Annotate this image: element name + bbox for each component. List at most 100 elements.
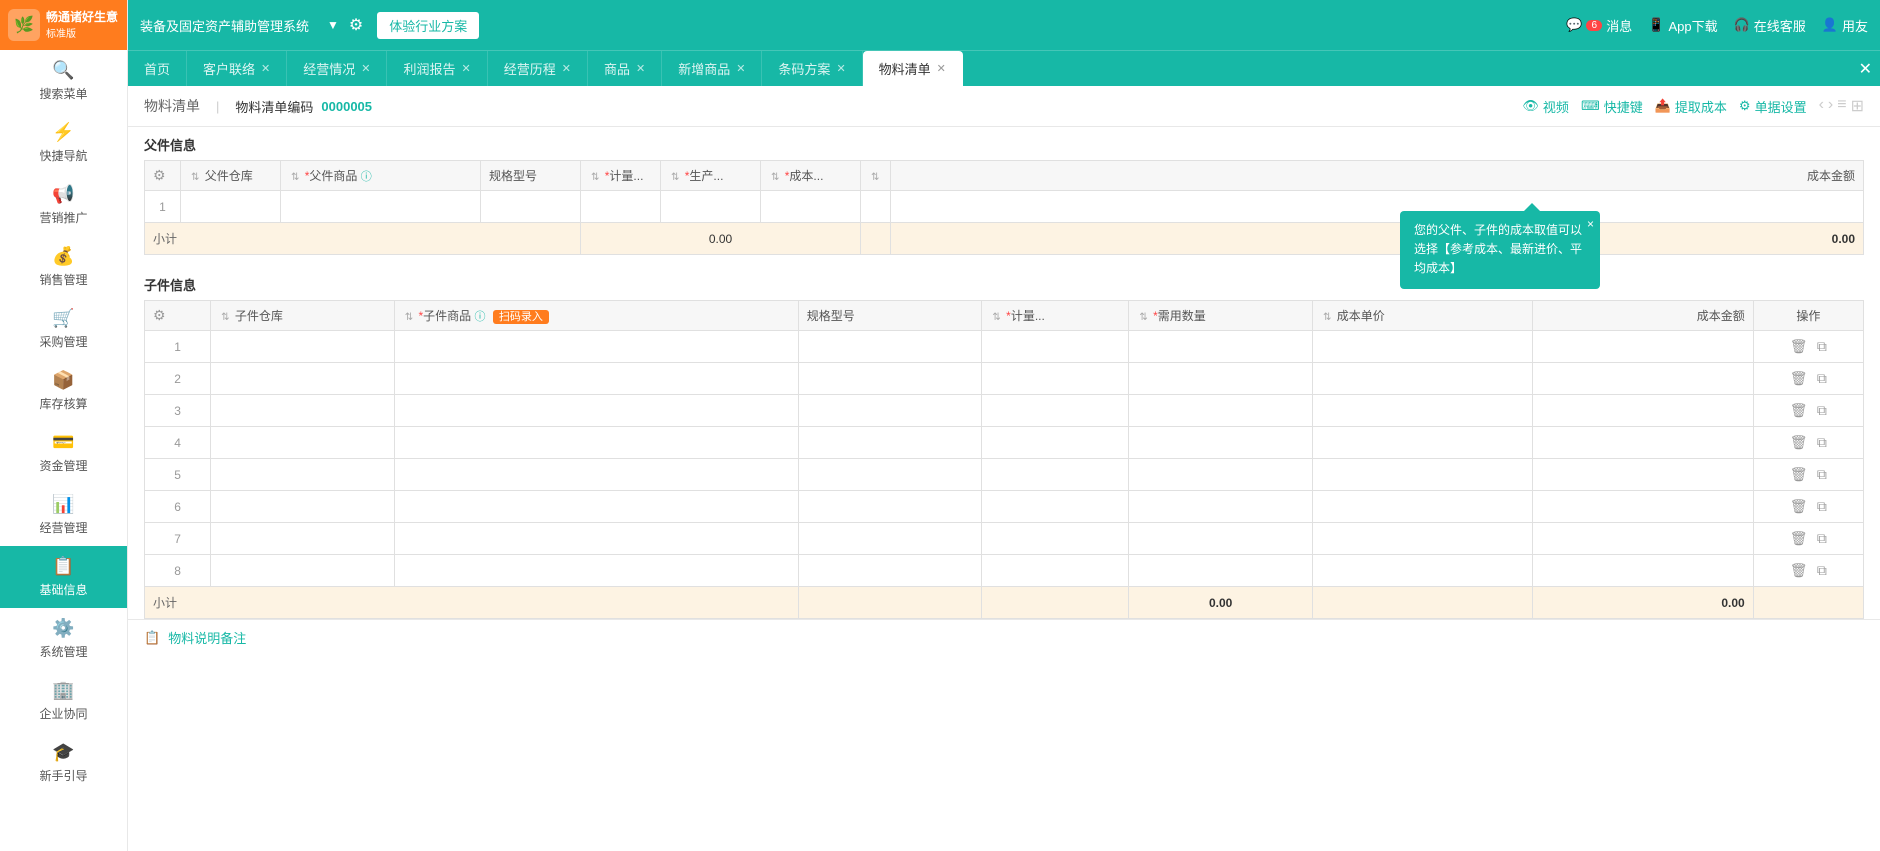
- child-quantity-cell-8[interactable]: [1129, 555, 1313, 587]
- system-dropdown[interactable]: ▼: [327, 18, 339, 32]
- child-goods-cell-2[interactable]: [394, 363, 798, 395]
- nav-tab-customer[interactable]: 客户联络✕: [187, 51, 287, 86]
- child-unit-cell-1[interactable]: [982, 331, 1129, 363]
- scan-badge[interactable]: 扫码录入: [493, 310, 549, 324]
- child-copy-btn-4[interactable]: ⧉: [1814, 434, 1830, 451]
- child-warehouse-cell-3[interactable]: [211, 395, 395, 427]
- child-warehouse-cell-2[interactable]: [211, 363, 395, 395]
- sidebar-item-quick-nav[interactable]: ⚡快捷导航: [0, 112, 127, 174]
- parent-unit-cell[interactable]: [581, 191, 661, 223]
- child-copy-btn-2[interactable]: ⧉: [1814, 370, 1830, 387]
- child-unit-cell-7[interactable]: [982, 523, 1129, 555]
- child-spec-cell-4[interactable]: [798, 427, 982, 459]
- child-quantity-cell-5[interactable]: [1129, 459, 1313, 491]
- message-btn[interactable]: 💬 6 消息: [1566, 16, 1632, 35]
- child-copy-btn-8[interactable]: ⧉: [1814, 562, 1830, 579]
- child-copy-btn-5[interactable]: ⧉: [1814, 466, 1830, 483]
- child-unit-cell-3[interactable]: [982, 395, 1129, 427]
- user-btn[interactable]: 👤 用友: [1822, 16, 1868, 35]
- nav-expand-icon[interactable]: ⊞: [1851, 96, 1864, 116]
- child-copy-btn-1[interactable]: ⧉: [1814, 338, 1830, 355]
- nav-tab-profit-report[interactable]: 利润报告✕: [387, 51, 487, 86]
- bottom-text[interactable]: 物料说明备注: [168, 628, 246, 647]
- tab-close-goods[interactable]: ✕: [636, 62, 645, 75]
- parent-spec-cell[interactable]: [481, 191, 581, 223]
- tab-close-new-goods[interactable]: ✕: [736, 62, 745, 75]
- child-goods-cell-1[interactable]: [394, 331, 798, 363]
- child-delete-btn-5[interactable]: 🗑: [1787, 466, 1811, 483]
- child-delete-btn-6[interactable]: 🗑: [1787, 498, 1811, 515]
- nav-next-icon[interactable]: ›: [1828, 96, 1833, 116]
- child-unit-cost-cell-3[interactable]: [1312, 395, 1532, 427]
- child-spec-cell-8[interactable]: [798, 555, 982, 587]
- child-unit-cost-cell-4[interactable]: [1312, 427, 1532, 459]
- nav-tab-new-goods[interactable]: 新增商品✕: [662, 51, 762, 86]
- child-delete-btn-1[interactable]: 🗑: [1787, 338, 1811, 355]
- child-copy-btn-7[interactable]: ⧉: [1814, 530, 1830, 547]
- child-quantity-cell-2[interactable]: [1129, 363, 1313, 395]
- view-action[interactable]: 👁 视频: [1522, 97, 1569, 116]
- child-spec-cell-2[interactable]: [798, 363, 982, 395]
- close-all-tabs-btn[interactable]: ✕: [1851, 59, 1880, 79]
- single-settings-action[interactable]: ⚙ 单据设置: [1739, 97, 1807, 116]
- child-unit-cost-cell-2[interactable]: [1312, 363, 1532, 395]
- child-unit-cost-cell-5[interactable]: [1312, 459, 1532, 491]
- tab-close-operation-status[interactable]: ✕: [361, 62, 370, 75]
- child-unit-cost-cell-7[interactable]: [1312, 523, 1532, 555]
- extract-cost-action[interactable]: 📤 提取成本: [1655, 97, 1727, 116]
- sidebar-item-basic-info[interactable]: 📋基础信息: [0, 546, 127, 608]
- child-delete-btn-8[interactable]: 🗑: [1787, 562, 1811, 579]
- child-goods-cell-6[interactable]: [394, 491, 798, 523]
- child-unit-cost-cell-1[interactable]: [1312, 331, 1532, 363]
- child-warehouse-cell-8[interactable]: [211, 555, 395, 587]
- child-unit-cell-4[interactable]: [982, 427, 1129, 459]
- child-quantity-cell-3[interactable]: [1129, 395, 1313, 427]
- child-goods-cell-3[interactable]: [394, 395, 798, 427]
- online-service-btn[interactable]: 🎧 在线客服: [1734, 16, 1806, 35]
- child-warehouse-cell-5[interactable]: [211, 459, 395, 491]
- child-delete-btn-4[interactable]: 🗑: [1787, 434, 1811, 451]
- nav-prev-icon[interactable]: ‹: [1819, 96, 1824, 116]
- child-delete-btn-2[interactable]: 🗑: [1787, 370, 1811, 387]
- sidebar-item-system[interactable]: ⚙️系统管理: [0, 608, 127, 670]
- gear-icon[interactable]: ⚙: [349, 15, 363, 35]
- child-spec-cell-5[interactable]: [798, 459, 982, 491]
- nav-tab-operation-status[interactable]: 经营情况✕: [287, 51, 387, 86]
- child-quantity-cell-7[interactable]: [1129, 523, 1313, 555]
- nav-tab-goods[interactable]: 商品✕: [588, 51, 662, 86]
- sidebar-item-guide[interactable]: 🎓新手引导: [0, 732, 127, 794]
- nav-tab-home[interactable]: 首页: [128, 51, 187, 86]
- child-delete-btn-7[interactable]: 🗑: [1787, 530, 1811, 547]
- experience-btn[interactable]: 体验行业方案: [377, 12, 479, 39]
- child-delete-btn-3[interactable]: 🗑: [1787, 402, 1811, 419]
- child-warehouse-cell-7[interactable]: [211, 523, 395, 555]
- child-unit-cell-2[interactable]: [982, 363, 1129, 395]
- sidebar-item-enterprise[interactable]: 🏢企业协同: [0, 670, 127, 732]
- tab-close-barcode[interactable]: ✕: [836, 62, 845, 75]
- child-spec-cell-1[interactable]: [798, 331, 982, 363]
- sidebar-item-purchase[interactable]: 🛒采购管理: [0, 298, 127, 360]
- sidebar-item-sales[interactable]: 💰销售管理: [0, 236, 127, 298]
- child-unit-cost-cell-8[interactable]: [1312, 555, 1532, 587]
- child-warehouse-cell-4[interactable]: [211, 427, 395, 459]
- shortcut-action[interactable]: ⌨ 快捷键: [1581, 97, 1643, 116]
- child-unit-cell-6[interactable]: [982, 491, 1129, 523]
- nav-tab-barcode[interactable]: 条码方案✕: [762, 51, 862, 86]
- sidebar-item-finance[interactable]: 💳资金管理: [0, 422, 127, 484]
- child-unit-cell-8[interactable]: [982, 555, 1129, 587]
- child-warehouse-cell-1[interactable]: [211, 331, 395, 363]
- child-warehouse-cell-6[interactable]: [211, 491, 395, 523]
- child-goods-cell-4[interactable]: [394, 427, 798, 459]
- tab-close-customer[interactable]: ✕: [261, 62, 270, 75]
- child-copy-btn-6[interactable]: ⧉: [1814, 498, 1830, 515]
- nav-tab-operation-history[interactable]: 经营历程✕: [488, 51, 588, 86]
- child-goods-cell-5[interactable]: [394, 459, 798, 491]
- parent-produce-cell[interactable]: [661, 191, 761, 223]
- tooltip-close-btn[interactable]: ×: [1587, 215, 1594, 234]
- sidebar-item-marketing[interactable]: 📢营销推广: [0, 174, 127, 236]
- parent-goods-cell[interactable]: [281, 191, 481, 223]
- parent-warehouse-cell[interactable]: [181, 191, 281, 223]
- child-spec-cell-7[interactable]: [798, 523, 982, 555]
- tab-close-operation-history[interactable]: ✕: [562, 62, 571, 75]
- nav-tab-bom[interactable]: 物料清单✕: [863, 51, 963, 86]
